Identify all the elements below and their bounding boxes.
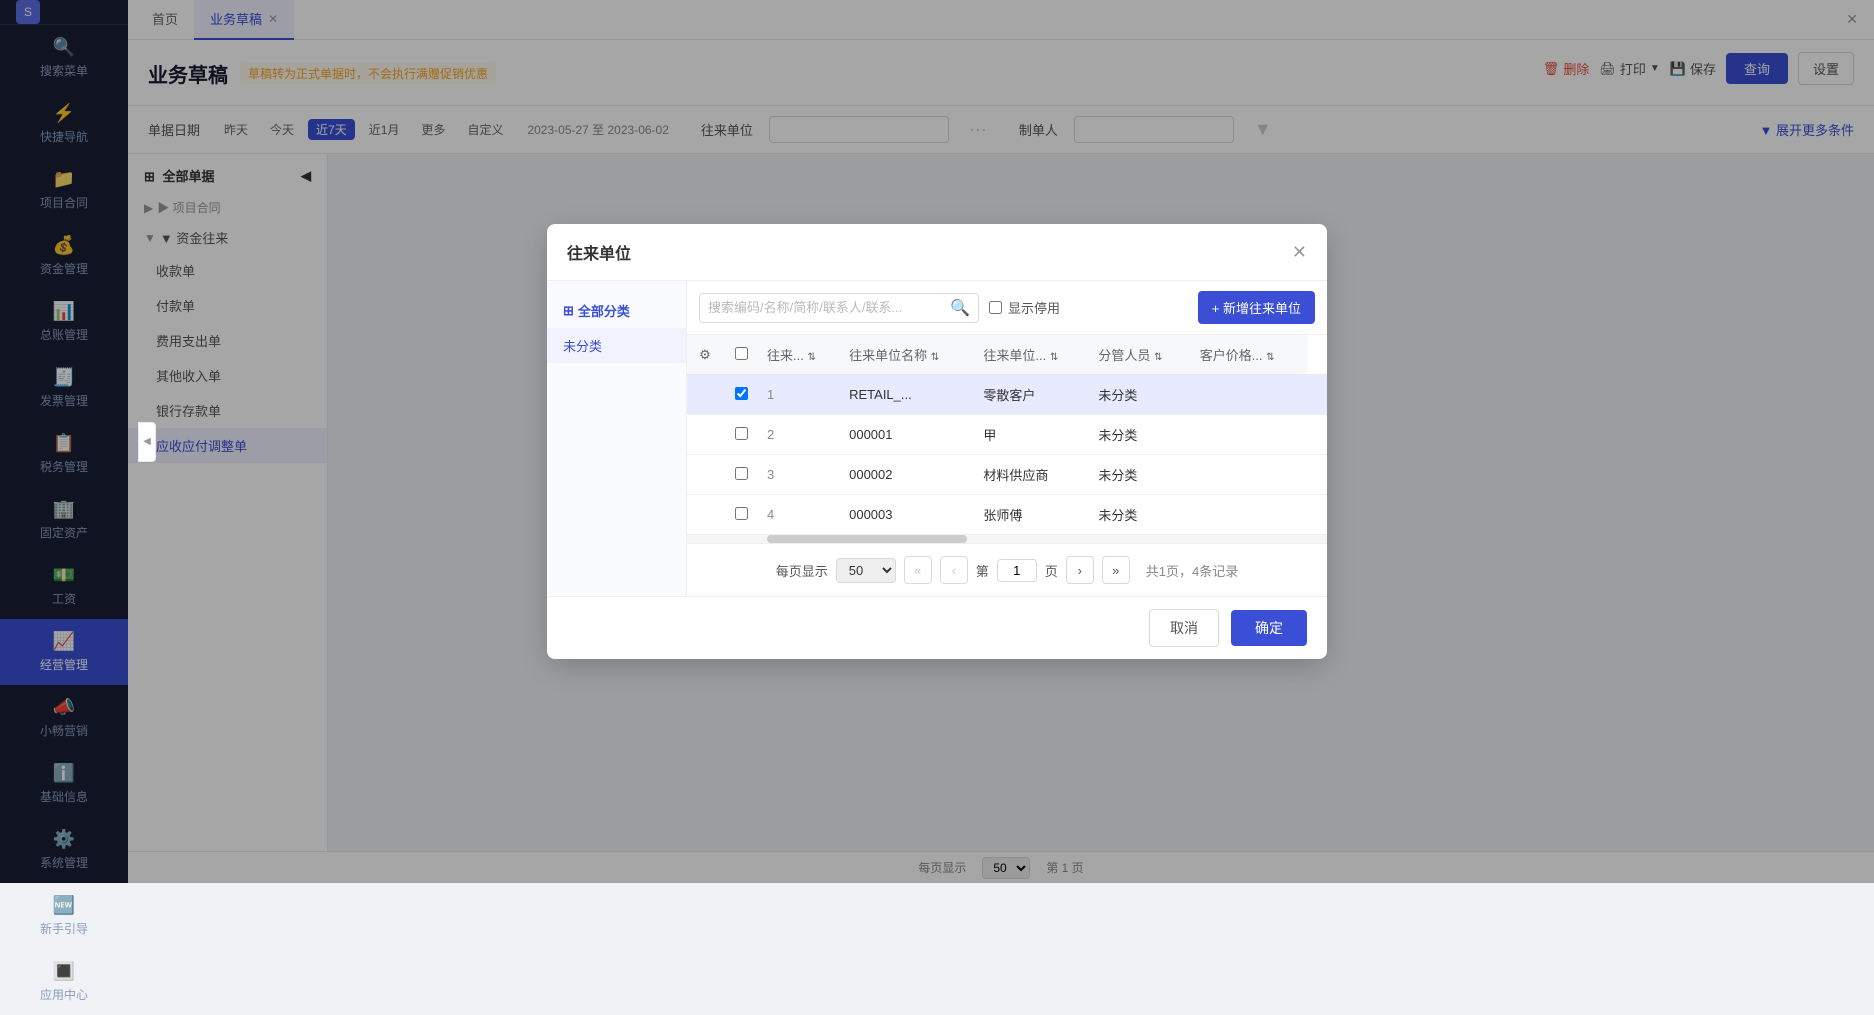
row-category: 未分类 — [1090, 415, 1191, 455]
row-category: 未分类 — [1090, 495, 1191, 535]
search-input[interactable] — [708, 300, 946, 315]
guide-icon: 🆕 — [53, 895, 75, 916]
sidebar-item-guide[interactable]: 🆕 新手引导 — [0, 883, 128, 949]
row-price — [1307, 415, 1327, 455]
row-code: 000001 — [841, 415, 975, 455]
modal-toolbar: 🔍 显示停用 + 新增往来单位 — [687, 281, 1327, 335]
row-salesperson — [1192, 415, 1307, 455]
row-salesperson — [1192, 495, 1307, 535]
row-checkbox[interactable] — [723, 415, 759, 455]
page-label: 页 — [1045, 561, 1058, 580]
row-settings[interactable] — [687, 495, 723, 535]
row-name: 张师傅 — [975, 495, 1090, 535]
row-name: 材料供应商 — [975, 455, 1090, 495]
modal-main: 🔍 显示停用 + 新增往来单位 ⚙ — [687, 281, 1327, 596]
next-page-button[interactable]: › — [1066, 556, 1094, 584]
table-row[interactable]: 3 000002 材料供应商 未分类 — [687, 455, 1327, 495]
col-category-header[interactable]: 往来单位... ⇅ — [975, 335, 1090, 375]
select-all-checkbox[interactable] — [735, 347, 748, 360]
row-price — [1307, 495, 1327, 535]
per-page-select[interactable]: 50 100 200 — [836, 558, 896, 583]
row-num: 4 — [759, 495, 841, 535]
table-scrollbar[interactable] — [687, 535, 1327, 543]
modal-table: ⚙ 往来... ⇅ 往来单位名称 ⇅ 往来单位... ⇅ — [687, 335, 1327, 535]
last-page-button[interactable]: » — [1102, 556, 1130, 584]
row-checkbox[interactable] — [723, 455, 759, 495]
row-price — [1307, 375, 1327, 415]
per-page-label: 每页显示 — [776, 561, 828, 580]
row-category: 未分类 — [1090, 375, 1191, 415]
partner-table: ⚙ 往来... ⇅ 往来单位名称 ⇅ 往来单位... ⇅ — [687, 335, 1327, 535]
row-category: 未分类 — [1090, 455, 1191, 495]
row-price — [1307, 455, 1327, 495]
page-number-input[interactable] — [997, 559, 1037, 582]
row-settings[interactable] — [687, 415, 723, 455]
modal-sidebar-uncategorized[interactable]: 未分类 — [547, 328, 686, 363]
modal-footer: 取消 确定 — [547, 596, 1327, 659]
row-code: RETAIL_... — [841, 375, 975, 415]
col-salesperson-header[interactable]: 分管人员 ⇅ — [1090, 335, 1191, 375]
total-info: 共1页，4条记录 — [1146, 561, 1238, 580]
modal-overlay: 往来单位 ✕ ⊞ 全部分类 未分类 ◀ — [0, 0, 1874, 883]
modal-header: 往来单位 ✕ — [547, 224, 1327, 281]
grid-icon: ⊞ — [563, 303, 574, 319]
show-disabled-checkbox-label[interactable]: 显示停用 — [989, 298, 1060, 317]
row-salesperson — [1192, 375, 1307, 415]
modal-sidebar: ⊞ 全部分类 未分类 ◀ — [547, 281, 687, 596]
first-page-button[interactable]: « — [904, 556, 932, 584]
row-code: 000002 — [841, 455, 975, 495]
row-settings[interactable] — [687, 375, 723, 415]
row-checkbox[interactable] — [723, 375, 759, 415]
page-label-pre: 第 — [976, 561, 989, 580]
partner-modal: 往来单位 ✕ ⊞ 全部分类 未分类 ◀ — [547, 224, 1327, 659]
row-name: 甲 — [975, 415, 1090, 455]
search-input-wrap: 🔍 — [699, 293, 979, 323]
table-row[interactable]: 1 RETAIL_... 零散客户 未分类 — [687, 375, 1327, 415]
col-settings-header[interactable]: ⚙ — [687, 335, 723, 375]
col-code-header[interactable]: 往来... ⇅ — [759, 335, 841, 375]
row-num: 2 — [759, 415, 841, 455]
scrollbar-thumb[interactable] — [767, 535, 967, 543]
search-icon: 🔍 — [950, 298, 970, 318]
confirm-button[interactable]: 确定 — [1231, 610, 1307, 646]
row-salesperson — [1192, 455, 1307, 495]
col-checkbox-header[interactable] — [723, 335, 759, 375]
row-code: 000003 — [841, 495, 975, 535]
add-new-partner-button[interactable]: + 新增往来单位 — [1198, 291, 1315, 324]
prev-page-button[interactable]: ‹ — [940, 556, 968, 584]
sidebar-item-apps[interactable]: 🔳 应用中心 — [0, 949, 128, 1015]
col-name-header[interactable]: 往来单位名称 ⇅ — [841, 335, 975, 375]
col-price-header[interactable]: 客户价格... ⇅ — [1192, 335, 1307, 375]
table-row[interactable]: 2 000001 甲 未分类 — [687, 415, 1327, 455]
modal-close-button[interactable]: ✕ — [1292, 243, 1307, 261]
row-num: 1 — [759, 375, 841, 415]
modal-body: ⊞ 全部分类 未分类 ◀ 🔍 — [547, 281, 1327, 596]
row-num: 3 — [759, 455, 841, 495]
cancel-button[interactable]: 取消 — [1149, 609, 1219, 647]
modal-title: 往来单位 — [567, 240, 631, 264]
sidebar-item-label: 新手引导 — [40, 920, 88, 937]
table-row[interactable]: 4 000003 张师傅 未分类 — [687, 495, 1327, 535]
row-name: 零散客户 — [975, 375, 1090, 415]
modal-pagination: 每页显示 50 100 200 « ‹ 第 页 › » 共1页，4条记录 — [687, 543, 1327, 596]
row-settings[interactable] — [687, 455, 723, 495]
modal-sidebar-all-category[interactable]: ⊞ 全部分类 — [547, 293, 686, 328]
show-disabled-checkbox[interactable] — [989, 301, 1002, 314]
row-checkbox[interactable] — [723, 495, 759, 535]
sidebar-item-label: 应用中心 — [40, 986, 88, 1003]
apps-icon: 🔳 — [53, 961, 75, 982]
